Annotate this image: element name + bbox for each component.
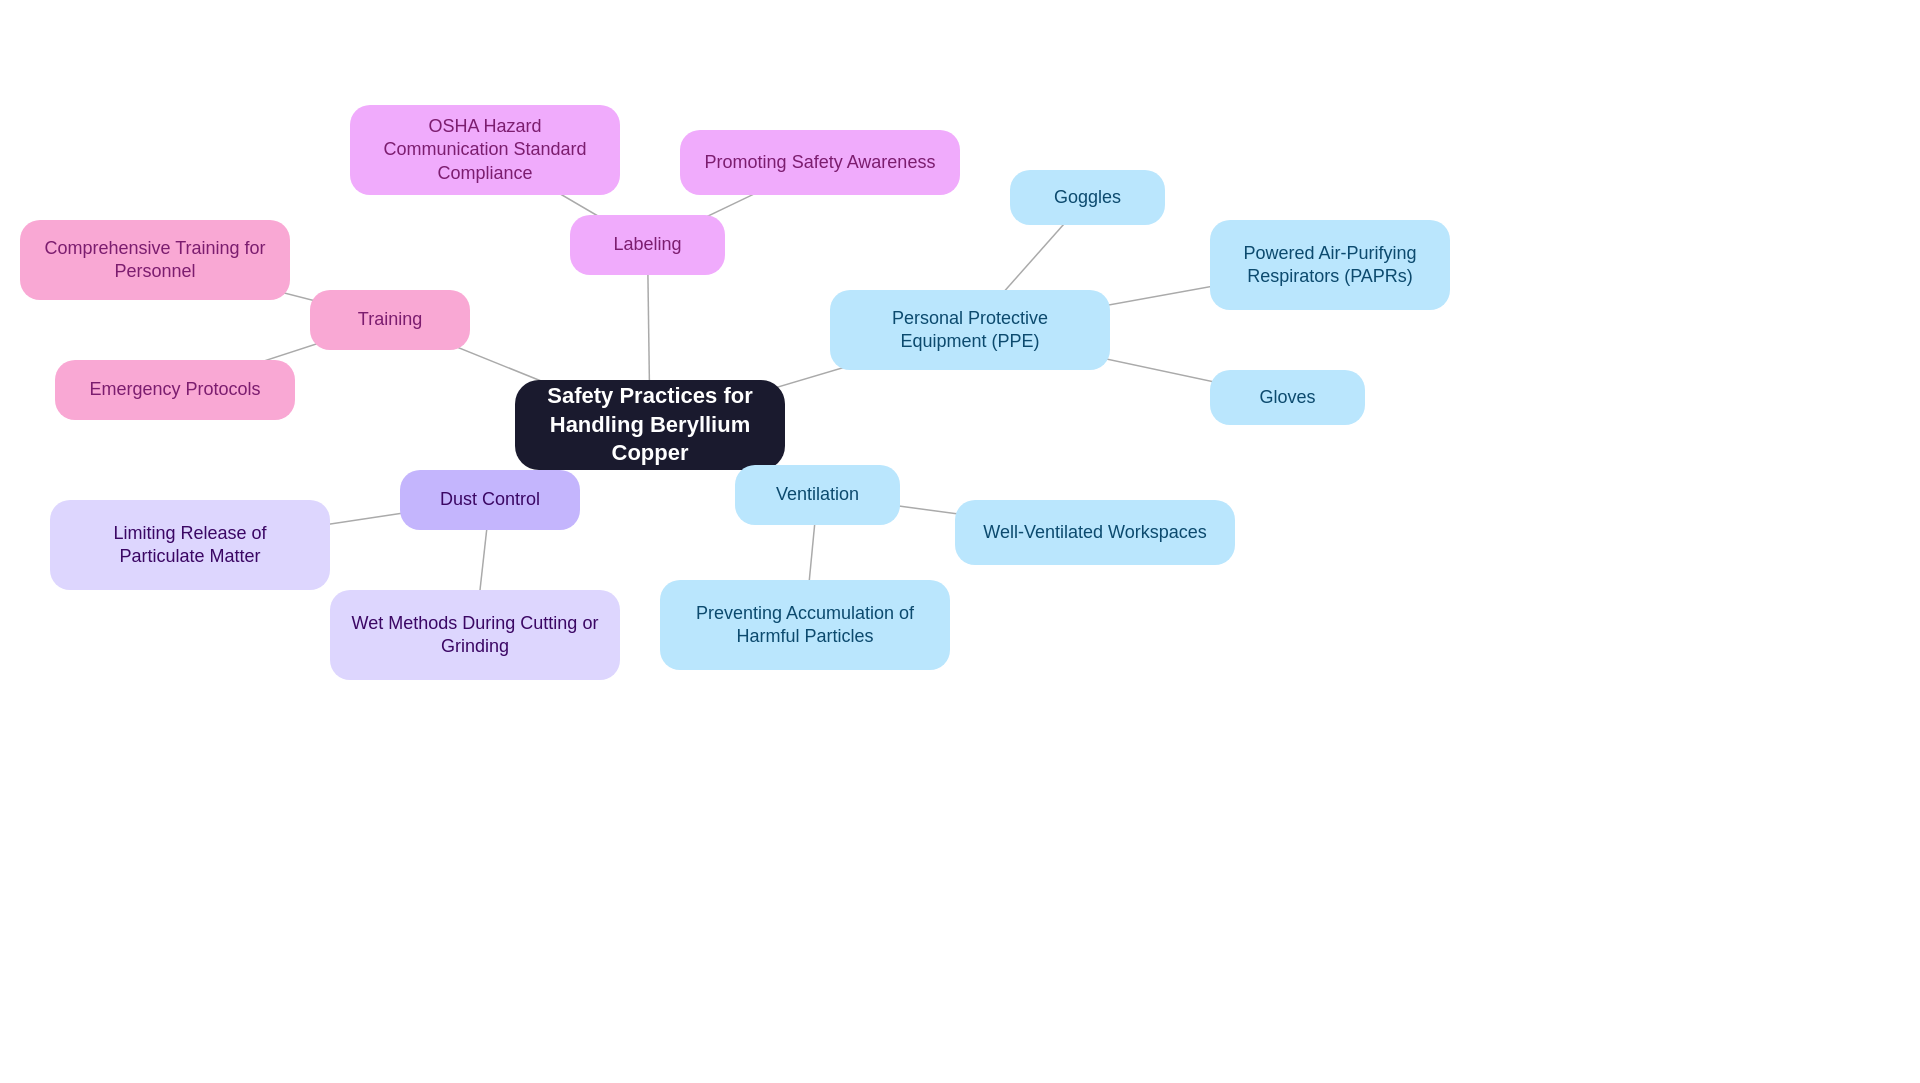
- wet-methods-node: Wet Methods During Cutting or Grinding: [330, 590, 620, 680]
- center-node: Safety Practices for Handling Beryllium …: [515, 380, 785, 470]
- labeling-node: Labeling: [570, 215, 725, 275]
- promoting-safety-node: Promoting Safety Awareness: [680, 130, 960, 195]
- preventing-accumulation-node: Preventing Accumulation of Harmful Parti…: [660, 580, 950, 670]
- paprs-node: Powered Air-Purifying Respirators (PAPRs…: [1210, 220, 1450, 310]
- osha-node: OSHA Hazard Communication Standard Compl…: [350, 105, 620, 195]
- gloves-node: Gloves: [1210, 370, 1365, 425]
- ventilation-node: Ventilation: [735, 465, 900, 525]
- comprehensive-training-node: Comprehensive Training for Personnel: [20, 220, 290, 300]
- dust-control-node: Dust Control: [400, 470, 580, 530]
- training-node: Training: [310, 290, 470, 350]
- limiting-release-node: Limiting Release of Particulate Matter: [50, 500, 330, 590]
- well-ventilated-node: Well-Ventilated Workspaces: [955, 500, 1235, 565]
- emergency-protocols-node: Emergency Protocols: [55, 360, 295, 420]
- ppe-node: Personal Protective Equipment (PPE): [830, 290, 1110, 370]
- goggles-node: Goggles: [1010, 170, 1165, 225]
